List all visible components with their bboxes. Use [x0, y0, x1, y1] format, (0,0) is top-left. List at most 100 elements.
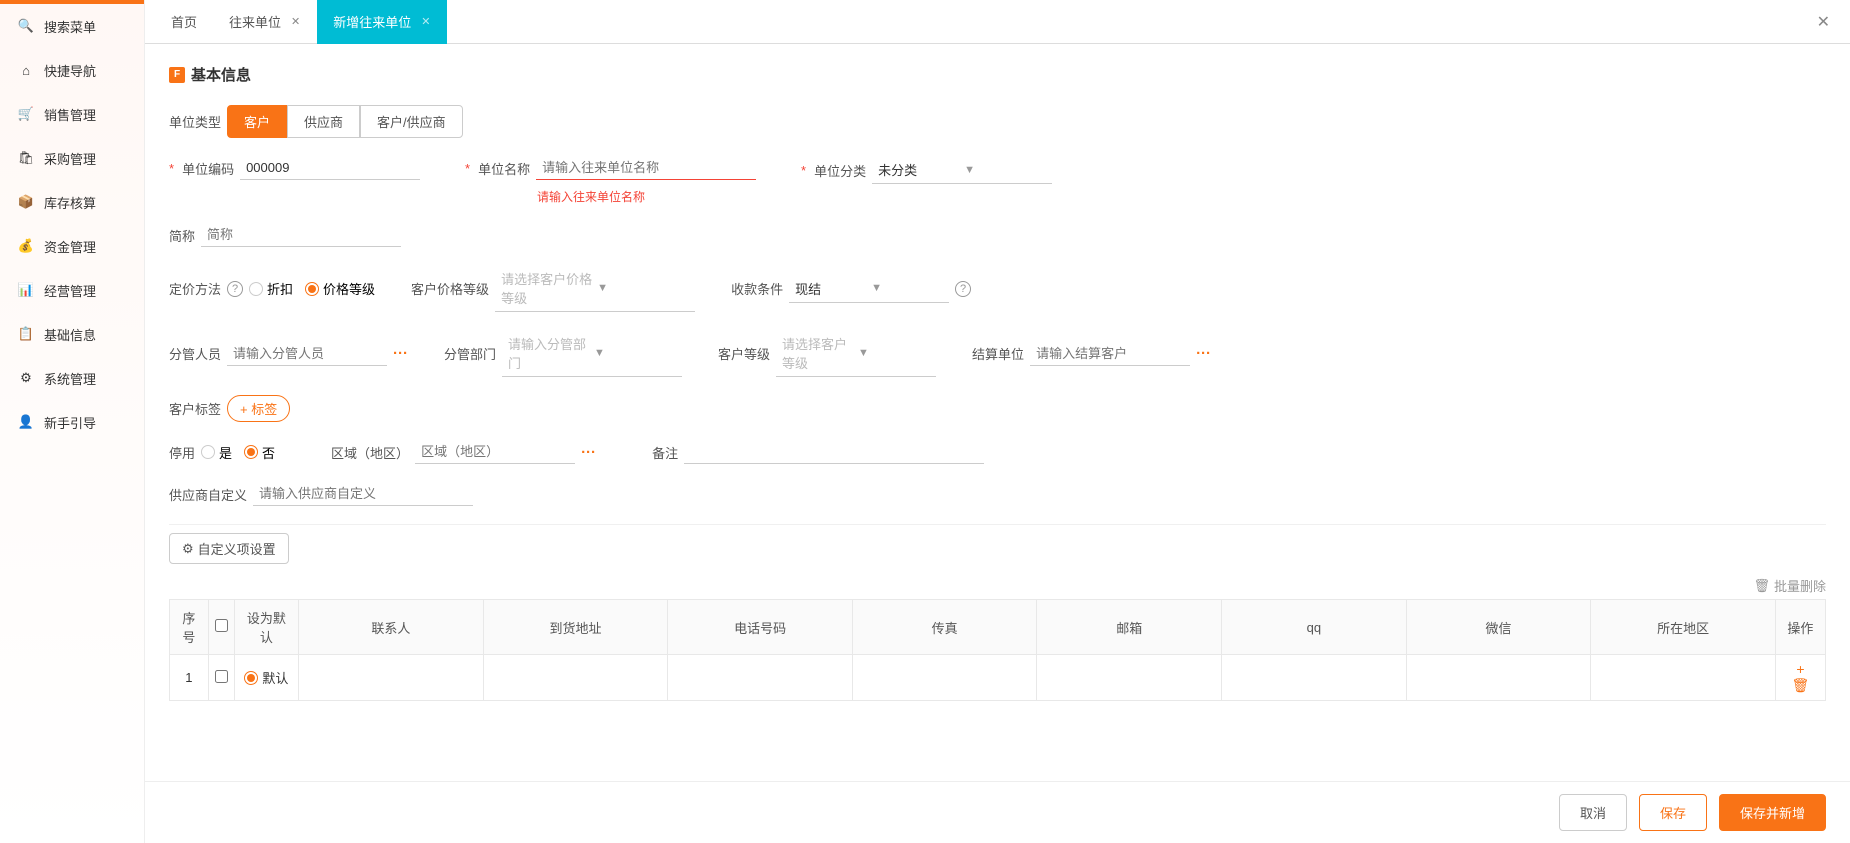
type-btn-customer[interactable]: 客户: [227, 105, 287, 138]
default-radio[interactable]: 默认: [241, 668, 292, 687]
manager-input[interactable]: [227, 342, 387, 366]
phone-input[interactable]: [674, 670, 846, 685]
cell-region[interactable]: [1591, 655, 1776, 701]
finance-icon: 💰: [16, 236, 36, 256]
short-name-input[interactable]: [201, 223, 401, 247]
unit-code-input[interactable]: [240, 156, 420, 180]
cancel-button[interactable]: 取消: [1559, 794, 1627, 831]
manager-field: 分管人员 ···: [169, 342, 408, 366]
sidebar-item-basic[interactable]: 📋 基础信息: [0, 312, 144, 356]
manager-row: 分管人员 ··· 分管部门 请输入分管部门 ▼ 客户等级 请选择客户等级 ▼: [169, 330, 1826, 377]
add-row-button[interactable]: +: [1792, 661, 1808, 677]
qq-input[interactable]: [1228, 670, 1400, 685]
sidebar-item-finance[interactable]: 💰 资金管理: [0, 224, 144, 268]
cell-default: 默认: [234, 655, 298, 701]
radio-price-level[interactable]: 价格等级: [305, 279, 375, 298]
cell-wechat[interactable]: [1406, 655, 1591, 701]
dept-label: 分管部门: [444, 344, 496, 363]
batch-delete-button[interactable]: 🗑 批量删除: [1753, 576, 1826, 595]
radio-label-price-level: 价格等级: [323, 279, 375, 298]
sidebar-item-newbie[interactable]: 👤 新手引导: [0, 400, 144, 444]
region-more-btn[interactable]: ···: [581, 444, 596, 461]
type-btn-supplier[interactable]: 供应商: [287, 105, 360, 138]
cell-qq[interactable]: [1222, 655, 1407, 701]
close-new-contact-icon[interactable]: ✕: [421, 15, 430, 28]
sidebar-item-inventory[interactable]: 📦 库存核算: [0, 180, 144, 224]
row-checkbox[interactable]: [215, 670, 228, 683]
cell-email[interactable]: [1037, 655, 1222, 701]
col-phone: 电话号码: [668, 600, 853, 655]
col-email: 邮箱: [1037, 600, 1222, 655]
tab-contacts[interactable]: 往来单位 ✕: [213, 0, 317, 44]
select-all-checkbox[interactable]: [215, 619, 228, 632]
short-name-label: 简称: [169, 226, 195, 245]
settlement-more-btn[interactable]: ···: [1196, 345, 1211, 362]
settlement-input[interactable]: [1030, 342, 1190, 366]
close-contacts-icon[interactable]: ✕: [291, 15, 300, 28]
radio-label-yes: 是: [219, 443, 232, 462]
cell-phone[interactable]: [668, 655, 853, 701]
unit-category-select[interactable]: 未分类 ▼: [872, 156, 1052, 184]
short-name-field: 简称: [169, 223, 401, 247]
cell-address[interactable]: [483, 655, 668, 701]
tab-close-all-button[interactable]: ✕: [1807, 12, 1840, 32]
custom-settings-label: 自定义项设置: [198, 539, 276, 558]
email-input[interactable]: [1043, 670, 1215, 685]
radio-inner-price-level: [308, 285, 316, 293]
address-input[interactable]: [490, 670, 662, 685]
customer-tag-field: 客户标签 + 标签: [169, 395, 290, 422]
add-tag-button[interactable]: + 标签: [227, 395, 290, 422]
unit-category-label: 单位分类: [814, 161, 866, 180]
customer-level-select[interactable]: 请选择客户等级 ▼: [776, 330, 936, 377]
tag-btn-label: + 标签: [240, 399, 277, 418]
radio-no[interactable]: 否: [244, 443, 275, 462]
save-and-new-button[interactable]: 保存并新增: [1719, 794, 1826, 831]
tab-home[interactable]: 首页: [155, 0, 213, 44]
radio-yes[interactable]: 是: [201, 443, 232, 462]
unit-code-label: 单位编码: [182, 159, 234, 178]
cell-contact[interactable]: [299, 655, 484, 701]
wechat-input[interactable]: [1413, 670, 1585, 685]
pricing-help-icon[interactable]: ?: [227, 281, 243, 297]
supplier-custom-input[interactable]: [253, 482, 473, 506]
supplier-custom-label: 供应商自定义: [169, 485, 247, 504]
delete-row-button[interactable]: 🗑: [1792, 677, 1810, 694]
sidebar-item-search[interactable]: 🔍 搜索菜单: [0, 4, 144, 48]
save-button[interactable]: 保存: [1639, 794, 1707, 831]
payment-terms-select[interactable]: 现结 ▼: [789, 275, 949, 303]
supplier-custom-row: 供应商自定义: [169, 482, 1826, 506]
sidebar-item-label: 搜索菜单: [44, 17, 96, 36]
unit-name-input[interactable]: [536, 156, 756, 180]
remark-label: 备注: [652, 443, 678, 462]
contact-input[interactable]: [305, 670, 477, 685]
disabled-row: 停用 是 否 区域（地区）: [169, 440, 1826, 464]
customer-price-select[interactable]: 请选择客户价格等级 ▼: [495, 265, 695, 312]
manager-label: 分管人员: [169, 344, 221, 363]
customer-price-placeholder: 请选择客户价格等级: [501, 269, 593, 307]
sidebar-item-quicknav[interactable]: ⌂ 快捷导航: [0, 48, 144, 92]
remark-input[interactable]: [684, 440, 984, 464]
tab-new-contact[interactable]: 新增往来单位 ✕: [317, 0, 447, 44]
sidebar-item-purchase[interactable]: 🛍 采购管理: [0, 136, 144, 180]
cell-fax[interactable]: [852, 655, 1037, 701]
dept-select[interactable]: 请输入分管部门 ▼: [502, 330, 682, 377]
sidebar-item-operations[interactable]: 📊 经营管理: [0, 268, 144, 312]
fax-input[interactable]: [859, 670, 1031, 685]
custom-settings-button[interactable]: ⚙ 自定义项设置: [169, 533, 289, 564]
payment-help-icon[interactable]: ?: [955, 281, 971, 297]
sidebar-item-sales[interactable]: 🛒 销售管理: [0, 92, 144, 136]
col-default: 设为默认: [234, 600, 298, 655]
purchase-icon: 🛍: [16, 148, 36, 168]
type-btn-both[interactable]: 客户/供应商: [360, 105, 463, 138]
short-name-row: 简称: [169, 223, 1826, 247]
cell-checkbox[interactable]: [208, 655, 234, 701]
cell-no: 1: [170, 655, 209, 701]
region-input[interactable]: [415, 440, 575, 464]
default-label: 默认: [262, 668, 288, 687]
manager-more-btn[interactable]: ···: [393, 345, 408, 362]
sidebar-item-label: 销售管理: [44, 105, 96, 124]
sidebar-item-label: 新手引导: [44, 413, 96, 432]
radio-discount[interactable]: 折扣: [249, 279, 293, 298]
sidebar-item-system[interactable]: ⚙ 系统管理: [0, 356, 144, 400]
region-cell-input[interactable]: [1597, 670, 1769, 685]
